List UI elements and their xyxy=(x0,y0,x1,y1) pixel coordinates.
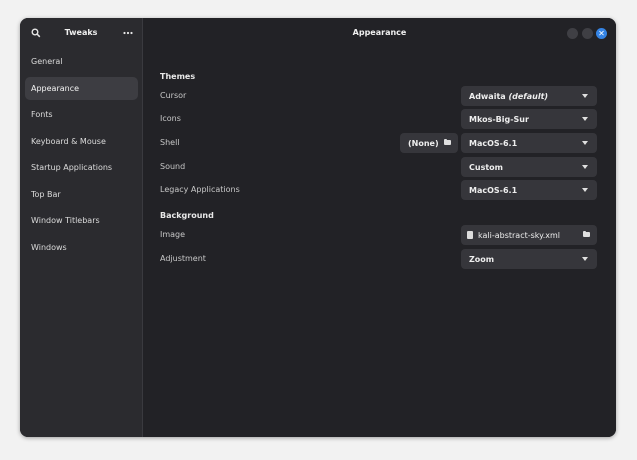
sidebar-item-label: Keyboard & Mouse xyxy=(31,136,106,146)
shell-file-button[interactable]: (None) xyxy=(400,133,458,153)
sidebar-item-label: Startup Applications xyxy=(31,163,113,172)
sidebar-item-label: Windows xyxy=(31,242,67,252)
adjustment-label: Adjustment xyxy=(160,254,206,263)
cursor-value: Adwaita xyxy=(469,91,506,101)
themes-section-title: Themes xyxy=(160,72,196,81)
shell-dropdown[interactable]: MacOS-6.1 xyxy=(461,133,597,153)
legacy-applications-label: Legacy Applications xyxy=(160,185,240,194)
sidebar-item-label: Top Bar xyxy=(31,189,61,199)
background-section-title: Background xyxy=(160,211,214,220)
minimize-button[interactable] xyxy=(567,28,578,39)
sidebar-item-startup-applications[interactable]: Startup Applications xyxy=(25,156,138,179)
sound-value: Custom xyxy=(469,162,503,172)
sidebar-item-window-titlebars[interactable]: Window Titlebars xyxy=(25,209,138,232)
sound-label: Sound xyxy=(160,162,186,171)
cursor-label: Cursor xyxy=(160,91,187,100)
sidebar-item-label: General xyxy=(31,57,63,66)
image-file-button[interactable]: kali-abstract-sky.xml xyxy=(461,225,597,245)
adjustment-dropdown[interactable]: Zoom xyxy=(461,249,597,269)
sound-dropdown[interactable]: Custom xyxy=(461,157,597,177)
chevron-down-icon xyxy=(582,165,588,169)
sidebar-header: Tweaks xyxy=(20,18,142,48)
page-title: Appearance xyxy=(352,28,407,37)
maximize-button[interactable] xyxy=(582,28,593,39)
folder-icon xyxy=(583,230,590,237)
cursor-default-suffix: (default) xyxy=(508,91,549,101)
sidebar-item-label: Appearance xyxy=(31,83,80,93)
sidebar-item-label: Fonts xyxy=(31,110,53,119)
sidebar-item-keyboard-mouse[interactable]: Keyboard & Mouse xyxy=(25,130,138,153)
sidebar: Tweaks General Appearance Fonts Keyboard… xyxy=(20,18,143,437)
sidebar-item-windows[interactable]: Windows xyxy=(25,236,138,259)
sidebar-item-general[interactable]: General xyxy=(25,50,138,73)
chevron-down-icon xyxy=(582,94,588,98)
chevron-down-icon xyxy=(582,188,588,192)
legacy-applications-value: MacOS-6.1 xyxy=(469,185,518,195)
chevron-down-icon xyxy=(582,117,588,121)
sidebar-item-fonts[interactable]: Fonts xyxy=(25,103,138,126)
kebab-menu-icon[interactable] xyxy=(119,24,137,42)
close-button[interactable]: ✕ xyxy=(596,28,607,39)
chevron-down-icon xyxy=(582,257,588,261)
sidebar-nav: General Appearance Fonts Keyboard & Mous… xyxy=(20,50,142,259)
folder-icon xyxy=(444,138,451,145)
shell-file-value: (None) xyxy=(408,138,439,148)
sidebar-item-top-bar[interactable]: Top Bar xyxy=(25,183,138,206)
header-bar: Appearance ✕ xyxy=(143,18,616,48)
chevron-down-icon xyxy=(582,141,588,145)
sidebar-item-appearance[interactable]: Appearance xyxy=(25,76,138,100)
file-icon xyxy=(467,231,473,239)
shell-label: Shell xyxy=(160,138,180,147)
tweaks-window: Tweaks General Appearance Fonts Keyboard… xyxy=(20,18,616,437)
cursor-dropdown[interactable]: Adwaita (default) xyxy=(461,86,597,106)
image-value: kali-abstract-sky.xml xyxy=(478,230,561,240)
icons-value: Mkos-Big-Sur xyxy=(469,114,529,124)
close-icon: ✕ xyxy=(598,28,605,38)
adjustment-value: Zoom xyxy=(469,254,495,264)
main-panel: Appearance ✕ Themes Cursor Adwaita (defa… xyxy=(143,18,616,437)
legacy-applications-dropdown[interactable]: MacOS-6.1 xyxy=(461,180,597,200)
sidebar-item-label: Window Titlebars xyxy=(31,216,100,225)
shell-value: MacOS-6.1 xyxy=(469,138,518,148)
icons-label: Icons xyxy=(160,114,181,123)
image-label: Image xyxy=(160,230,186,239)
icons-dropdown[interactable]: Mkos-Big-Sur xyxy=(461,109,597,129)
